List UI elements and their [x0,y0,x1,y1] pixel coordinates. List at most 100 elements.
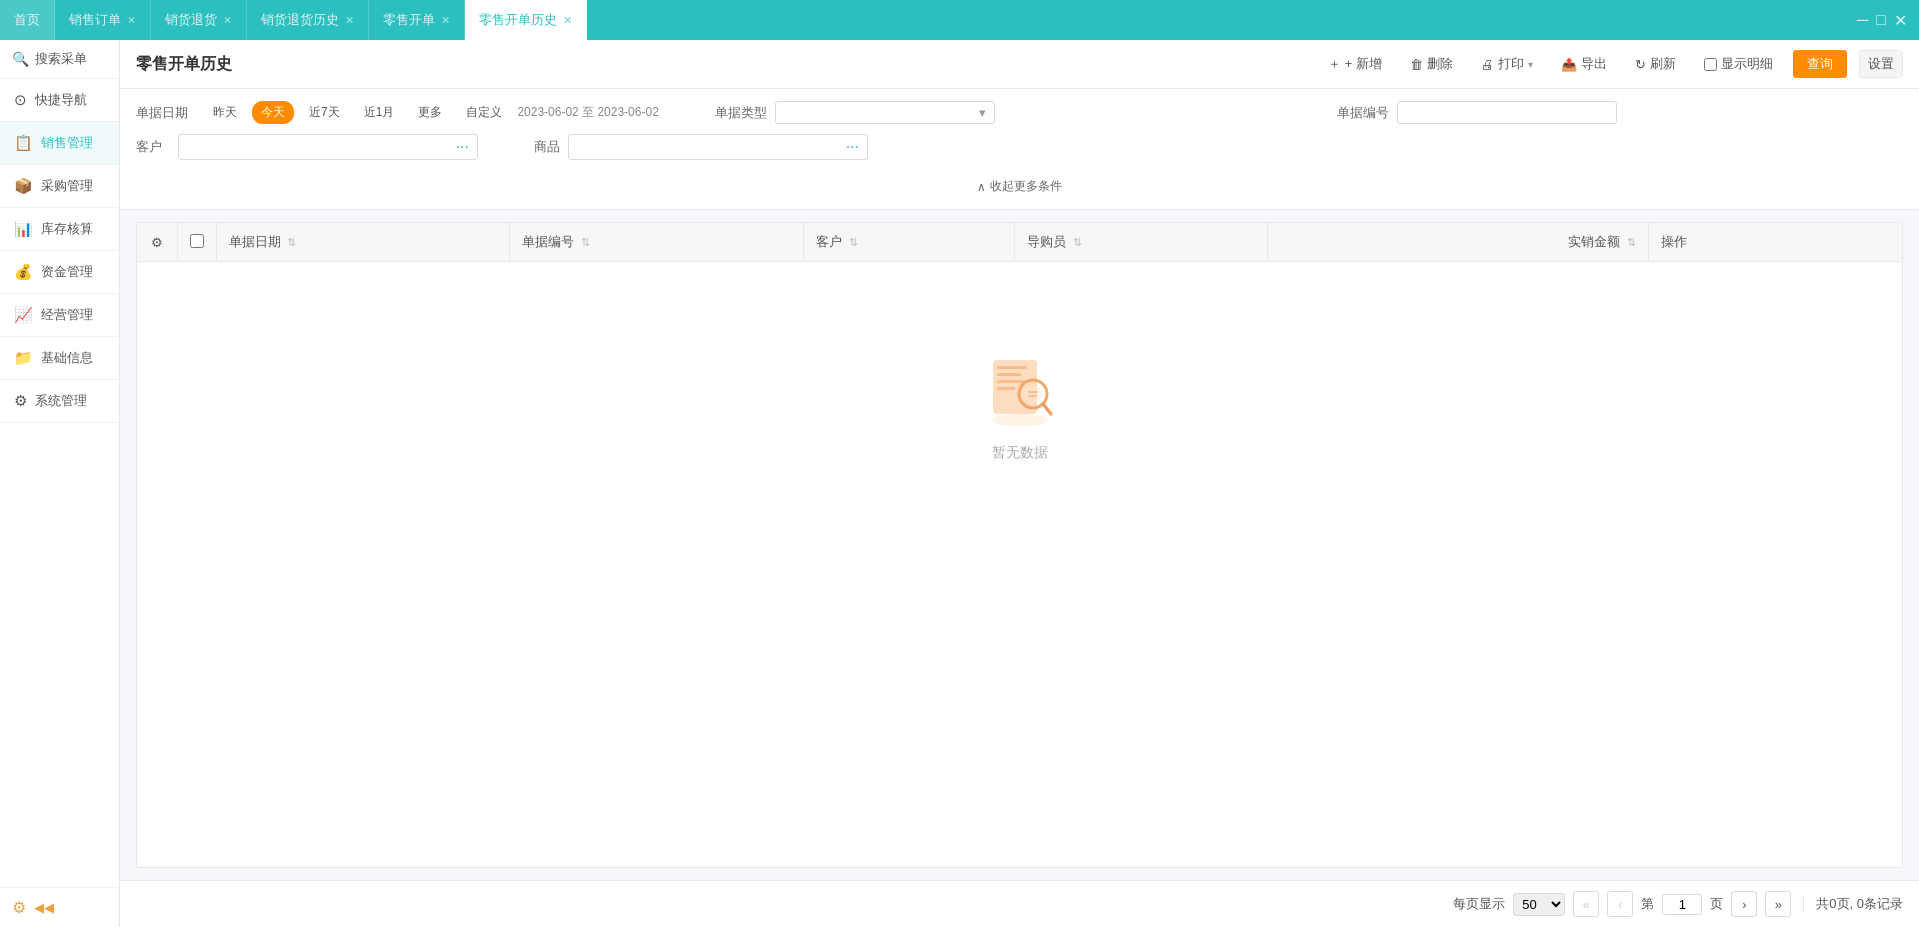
print-button[interactable]: 🖨 打印 ▾ [1473,51,1541,77]
th-customer-sort-icon: ⇅ [849,236,858,248]
date-btn-more[interactable]: 更多 [409,101,451,124]
total-info: 共0页, 0条记录 [1816,895,1903,913]
tab-retail-open[interactable]: 零售开单✕ [369,0,465,40]
date-btn-custom[interactable]: 自定义 [457,101,511,124]
tab-retail-open-history[interactable]: 零售开单历史✕ [465,0,587,40]
filter-row-1: 单据日期 昨天 今天 近7天 近1月 更多 自定义 2023-06-02 至 2… [136,101,1903,124]
system-mgmt-icon: ⚙ [14,392,27,410]
print-label: 打印 [1498,55,1524,73]
th-amount[interactable]: 实销金额 ⇅ [1268,223,1649,262]
sidebar-search[interactable]: 🔍 搜索采单 [0,40,119,79]
quick-nav-icon: ⊙ [14,91,27,109]
th-settings[interactable]: ⚙ [137,223,177,262]
sidebar-item-basic-info[interactable]: 📁 基础信息 [0,337,119,380]
settings-button[interactable]: 设置 [1859,50,1903,78]
order-type-dropdown-icon: ▾ [979,105,986,120]
sidebar-bottom: ⚙ ◀◀ [0,887,119,927]
print-dropdown-icon: ▾ [1528,59,1533,70]
date-btn-today[interactable]: 今天 [252,101,294,124]
goods-input[interactable] [577,140,842,155]
th-action: 操作 [1648,223,1902,262]
collapse-label: 收起更多条件 [990,178,1062,195]
th-salesperson[interactable]: 导购员 ⇅ [1015,223,1268,262]
window-close-icon[interactable]: ✕ [1894,11,1907,30]
th-amount-sort-icon: ⇅ [1627,236,1636,248]
tab-close-sales-return-history[interactable]: ✕ [345,14,354,27]
sidebar-label-operations: 经营管理 [41,306,93,324]
tab-home[interactable]: 首页 [0,0,55,40]
window-min-icon[interactable]: ─ [1857,11,1868,29]
th-salesperson-sort-icon: ⇅ [1073,236,1082,248]
svg-point-7 [1024,385,1042,403]
settings-label: 设置 [1868,55,1894,73]
collapse-sidebar-icon[interactable]: ◀◀ [34,900,54,915]
filter-row-2: 客户 ··· 商品 ··· [136,134,1903,160]
print-icon: 🖨 [1481,57,1494,72]
sidebar-item-quick-nav[interactable]: ⊙ 快捷导航 [0,79,119,122]
next-page-button[interactable]: › [1731,891,1757,917]
prev-page-button[interactable]: ‹ [1607,891,1633,917]
refresh-button[interactable]: ↻ 刷新 [1627,51,1684,77]
display-detail-button[interactable]: 显示明细 [1696,51,1781,77]
sidebar-label-purchase-mgmt: 采购管理 [41,177,93,195]
query-button[interactable]: 查询 [1793,50,1847,78]
date-btn-7days[interactable]: 近7天 [300,101,349,124]
add-button[interactable]: ＋ + 新增 [1320,51,1390,77]
sidebar: 🔍 搜索采单 ⊙ 快捷导航 📋 销售管理 📦 采购管理 📊 库存核算 💰 资金管… [0,40,120,927]
first-page-button[interactable]: « [1573,891,1599,917]
sidebar-item-operations[interactable]: 📈 经营管理 [0,294,119,337]
per-page-select[interactable]: 50 10 20 100 [1513,893,1565,916]
date-filter-label: 单据日期 [136,104,188,122]
order-type-label: 单据类型 [715,104,767,122]
date-btn-1month[interactable]: 近1月 [355,101,404,124]
th-no-label: 单据编号 [522,234,574,249]
order-type-select[interactable]: ▾ [775,101,995,124]
finance-icon: 💰 [14,263,33,281]
table-body: 暂无数据 [137,262,1902,543]
sidebar-item-finance[interactable]: 💰 资金管理 [0,251,119,294]
tab-close-retail-open-history[interactable]: ✕ [563,14,572,27]
goods-search-icon[interactable]: ··· [846,138,859,156]
th-date[interactable]: 单据日期 ⇅ [216,223,510,262]
sidebar-label-inventory: 库存核算 [41,220,93,238]
collapse-filter-button[interactable]: ∧ 收起更多条件 [969,174,1070,199]
tab-sales-return[interactable]: 销货退货✕ [151,0,247,40]
sidebar-item-system-mgmt[interactable]: ⚙ 系统管理 [0,380,119,423]
th-customer[interactable]: 客户 ⇅ [804,223,1015,262]
add-icon: ＋ [1328,55,1341,73]
settings-icon[interactable]: ⚙ [12,898,26,917]
last-page-button[interactable]: » [1765,891,1791,917]
export-button[interactable]: 📤 导出 [1553,51,1615,77]
main-layout: 🔍 搜索采单 ⊙ 快捷导航 📋 销售管理 📦 采购管理 📊 库存核算 💰 资金管… [0,40,1919,927]
window-controls: ─ □ ✕ [1845,11,1919,30]
sidebar-item-sales-mgmt[interactable]: 📋 销售管理 [0,122,119,165]
date-btn-yesterday[interactable]: 昨天 [204,101,246,124]
per-page-label: 每页显示 [1453,895,1505,913]
order-no-input[interactable] [1397,101,1617,124]
tab-label-sales-order: 销售订单 [69,11,121,29]
sidebar-item-purchase-mgmt[interactable]: 📦 采购管理 [0,165,119,208]
sidebar-item-inventory[interactable]: 📊 库存核算 [0,208,119,251]
tab-close-sales-order[interactable]: ✕ [127,14,136,27]
tab-close-sales-return[interactable]: ✕ [223,14,232,27]
purchase-mgmt-icon: 📦 [14,177,33,195]
svg-line-8 [1043,404,1051,414]
select-all-checkbox[interactable] [190,234,204,248]
page-label: 第 [1641,895,1654,913]
export-label: 导出 [1581,55,1607,73]
th-no[interactable]: 单据编号 ⇅ [510,223,804,262]
sidebar-label-finance: 资金管理 [41,263,93,281]
header-actions: ＋ + 新增 🗑 删除 🖨 打印 ▾ 📤 导出 ↻ [1320,50,1903,78]
display-detail-checkbox[interactable] [1704,58,1717,71]
tab-sales-order[interactable]: 销售订单 ✕ [55,0,151,40]
tab-close-retail-open[interactable]: ✕ [441,14,450,27]
table-wrapper: ⚙ 单据日期 ⇅ 单据编号 ⇅ [136,222,1903,868]
delete-button[interactable]: 🗑 删除 [1402,51,1461,77]
order-no-label: 单据编号 [1337,104,1389,122]
tab-sales-return-history[interactable]: 销货退货历史✕ [247,0,369,40]
customer-input[interactable] [187,140,452,155]
top-bar: 首页销售订单✕销货退货✕销货退货历史✕零售开单✕零售开单历史✕ ─ □ ✕ [0,0,1919,40]
page-number-input[interactable] [1662,894,1702,915]
window-max-icon[interactable]: □ [1876,11,1886,29]
customer-search-icon[interactable]: ··· [456,138,469,156]
